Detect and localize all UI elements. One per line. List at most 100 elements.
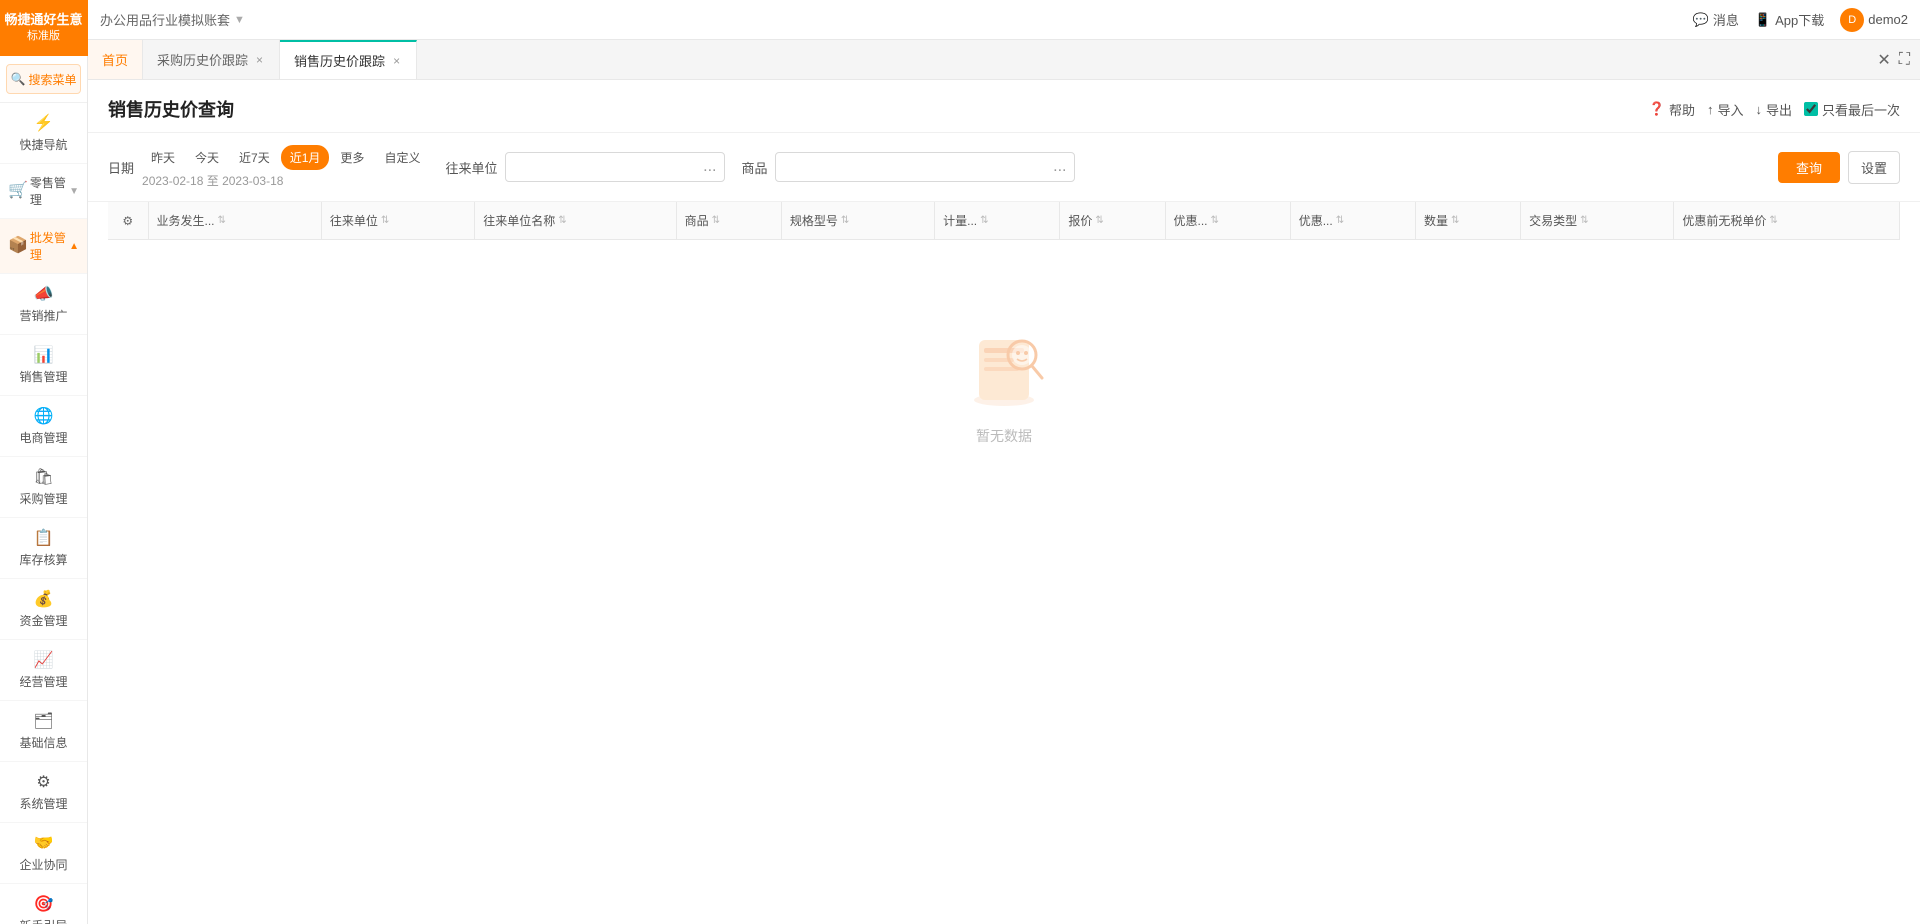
topbar-title[interactable]: 办公用品行业模拟账套 ▼ [100, 10, 245, 29]
query-button[interactable]: 查询 [1778, 152, 1840, 183]
sidebar-item-marketing[interactable]: 📣 营销推广 [0, 274, 87, 335]
sidebar-item-wholesale[interactable]: 📦 批发管理 ▲ [0, 219, 87, 274]
partner-input[interactable] [514, 160, 699, 175]
partner-input-wrap[interactable]: ... [505, 152, 725, 182]
table-col-biz-date[interactable]: 业务发生... ⇅ [148, 202, 321, 240]
date-buttons: 昨天 今天 近7天 近1月 更多 自定义 [142, 145, 429, 170]
search-icon: 🔍 [11, 72, 26, 86]
goods-input[interactable] [784, 160, 1049, 175]
date-range-display: 2023-02-18 至 2023-03-18 [142, 172, 429, 189]
table-col-partner-code[interactable]: 往来单位 ⇅ [321, 202, 474, 240]
settings-button[interactable]: 设置 [1848, 151, 1900, 184]
goods-filter-group: 商品 ... [741, 152, 1075, 182]
sort-icon: ⇅ [1095, 215, 1103, 226]
sidebar-item-basic[interactable]: 🗂 基础信息 [0, 701, 87, 762]
chevron-up-icon: ▲ [69, 241, 79, 252]
help-button[interactable]: ❓ 帮助 [1649, 100, 1695, 119]
tab-close-purchase-history[interactable]: × [254, 51, 265, 69]
date-btn-custom[interactable]: 自定义 [375, 145, 429, 170]
topbar: 办公用品行业模拟账套 ▼ 💬 消息 📱 App下载 D demo2 [88, 0, 1920, 40]
table-col-pretax-price[interactable]: 优惠前无税单价 ⇅ [1674, 202, 1900, 240]
tab-close-all-button[interactable]: ✕ [1877, 50, 1890, 70]
goods-input-wrap[interactable]: ... [775, 152, 1075, 182]
page-header: 销售历史价查询 ❓ 帮助 ↑ 导入 ↓ 导出 只看最后一次 [88, 80, 1920, 133]
logo-text: 畅捷通好生意 标准版 [4, 12, 82, 43]
download-icon: 📱 [1755, 12, 1771, 28]
inventory-icon: 📋 [34, 528, 54, 548]
table-col-trade-type[interactable]: 交易类型 ⇅ [1521, 202, 1674, 240]
tab-close-sales-history[interactable]: × [391, 52, 402, 70]
table-col-discount2[interactable]: 优惠... ⇅ [1290, 202, 1415, 240]
goods-dots-icon[interactable]: ... [1053, 158, 1066, 176]
wholesale-icon: 📦 [8, 235, 28, 255]
sidebar-item-ecommerce[interactable]: 🌐 电商管理 [0, 396, 87, 457]
sort-icon: ⇅ [558, 215, 566, 226]
data-table: ⚙ 业务发生... ⇅ 往来单位 ⇅ [108, 202, 1900, 240]
purchase-icon: 🛍 [33, 467, 53, 487]
partner-dots-icon[interactable]: ... [703, 158, 716, 176]
home-tab-label: 首页 [102, 50, 128, 69]
search-menu-button[interactable]: 🔍 搜索菜单 [6, 64, 81, 94]
import-button[interactable]: ↑ 导入 [1707, 100, 1744, 119]
date-btn-7days[interactable]: 近7天 [230, 145, 279, 170]
sort-icon: ⇅ [712, 215, 720, 226]
filter-bar: 日期 昨天 今天 近7天 近1月 更多 自定义 2023-02-18 至 202… [88, 133, 1920, 202]
sidebar-item-finance[interactable]: 💰 资金管理 [0, 579, 87, 640]
sort-icon: ⇅ [1336, 215, 1344, 226]
date-btn-today[interactable]: 今天 [186, 145, 228, 170]
sidebar-item-guide[interactable]: 🎯 新手引导 [0, 884, 87, 924]
table-col-partner-name[interactable]: 往来单位名称 ⇅ [475, 202, 676, 240]
date-label: 日期 [108, 158, 134, 177]
tabs-bar: 首页 采购历史价跟踪 × 销售历史价跟踪 × ✕ ⛶ [88, 40, 1920, 80]
sidebar-item-operations[interactable]: 📈 经营管理 [0, 640, 87, 701]
table-container: ⚙ 业务发生... ⇅ 往来单位 ⇅ [88, 202, 1920, 526]
sort-icon: ⇅ [1451, 215, 1459, 226]
app-download-button[interactable]: 📱 App下载 [1755, 10, 1824, 29]
table-col-price[interactable]: 报价 ⇅ [1060, 202, 1165, 240]
sidebar: 畅捷通好生意 标准版 🔍 搜索菜单 ⚡ 快捷导航 🛒 零售管理 ▼ 📦 批发管理… [0, 0, 88, 924]
date-filter-group: 日期 昨天 今天 近7天 近1月 更多 自定义 2023-02-18 至 202… [108, 145, 429, 189]
tab-home[interactable]: 首页 [88, 40, 143, 79]
dropdown-icon[interactable]: ▼ [234, 14, 245, 26]
page-title: 销售历史价查询 [108, 96, 234, 122]
tab-purchase-history[interactable]: 采购历史价跟踪 × [143, 40, 280, 79]
user-avatar-button[interactable]: D demo2 [1840, 8, 1908, 32]
tab-sales-history[interactable]: 销售历史价跟踪 × [280, 40, 417, 79]
sort-icon: ⇅ [1211, 215, 1219, 226]
message-button[interactable]: 💬 消息 [1693, 10, 1739, 29]
sidebar-item-purchase[interactable]: 🛍 采购管理 [0, 457, 87, 518]
tab-fullscreen-button[interactable]: ⛶ [1899, 51, 1910, 69]
sidebar-item-sales-mgmt[interactable]: 📊 销售管理 [0, 335, 87, 396]
sort-icon: ⇅ [980, 215, 988, 226]
sidebar-item-system[interactable]: ⚙ 系统管理 [0, 762, 87, 823]
table-gear-icon[interactable]: ⚙ [122, 214, 133, 228]
sidebar-item-inventory[interactable]: 📋 库存核算 [0, 518, 87, 579]
system-icon: ⚙ [36, 772, 50, 792]
table-col-discount1[interactable]: 优惠... ⇅ [1165, 202, 1290, 240]
sort-icon: ⇅ [841, 215, 849, 226]
partner-label: 往来单位 [445, 158, 497, 177]
table-col-spec[interactable]: 规格型号 ⇅ [781, 202, 934, 240]
last-only-label[interactable]: 只看最后一次 [1822, 100, 1900, 119]
sales-mgmt-icon: 📊 [34, 345, 54, 365]
table-header: ⚙ 业务发生... ⇅ 往来单位 ⇅ [108, 202, 1900, 240]
date-btn-1month[interactable]: 近1月 [281, 145, 330, 170]
table-col-goods[interactable]: 商品 ⇅ [676, 202, 781, 240]
sidebar-item-retail[interactable]: 🛒 零售管理 ▼ [0, 164, 87, 219]
date-btn-more[interactable]: 更多 [331, 145, 373, 170]
export-button[interactable]: ↓ 导出 [1755, 100, 1792, 119]
table-col-qty[interactable]: 数量 ⇅ [1415, 202, 1520, 240]
sort-icon: ⇅ [218, 215, 226, 226]
guide-icon: 🎯 [34, 894, 54, 914]
sidebar-item-shortcut[interactable]: ⚡ 快捷导航 [0, 103, 87, 164]
table-col-unit[interactable]: 计量... ⇅ [935, 202, 1060, 240]
partner-filter-group: 往来单位 ... [445, 152, 725, 182]
finance-icon: 💰 [34, 589, 54, 609]
import-icon: ↑ [1707, 102, 1714, 117]
date-btn-yesterday[interactable]: 昨天 [142, 145, 184, 170]
ecommerce-icon: 🌐 [34, 406, 54, 426]
last-only-checkbox[interactable] [1804, 102, 1818, 116]
goods-label: 商品 [741, 158, 767, 177]
sidebar-item-collab[interactable]: 🤝 企业协同 [0, 823, 87, 884]
table-col-gear[interactable]: ⚙ [108, 202, 148, 240]
